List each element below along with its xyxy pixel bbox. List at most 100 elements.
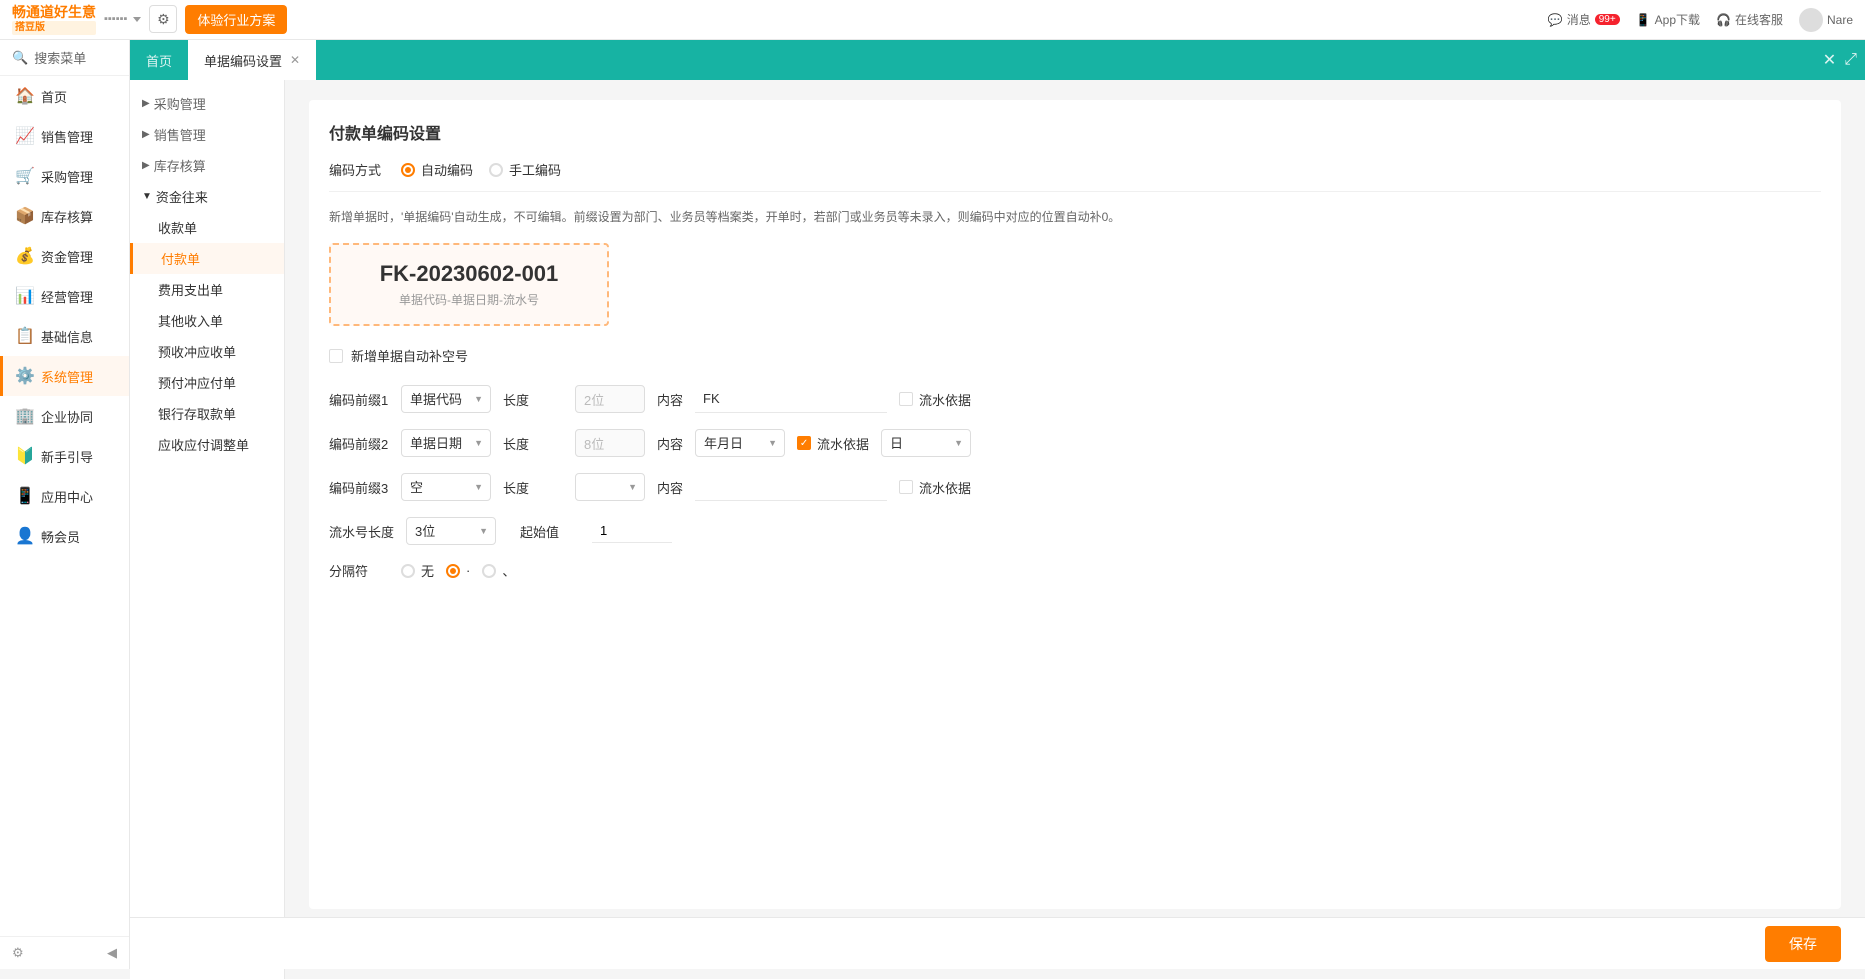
- sidebar-item-newguide[interactable]: 🔰 新手引导: [0, 436, 129, 476]
- member-icon: 👤: [15, 526, 33, 546]
- submenu-payment[interactable]: 付款单: [130, 243, 284, 274]
- prefix1-length-input: [575, 385, 645, 413]
- inventory-icon: 📦: [15, 206, 33, 226]
- sidebar-item-finance[interactable]: 💰 资金管理: [0, 236, 129, 276]
- submenu-receivable-adjust[interactable]: 应收应付调整单: [130, 429, 284, 460]
- collapse-icon[interactable]: ◀: [107, 945, 117, 961]
- chevron-down-icon: [133, 17, 141, 22]
- prefix1-select[interactable]: 单据代码: [401, 385, 491, 413]
- tab-home[interactable]: 首页: [130, 40, 188, 80]
- top-bar: 畅通道好生意 搭豆版 ▪▪▪▪▪▪ ⚙ 体验行业方案 💬 消息 99+ 📱 Ap…: [0, 0, 1865, 40]
- prefix2-select[interactable]: 单据日期: [401, 429, 491, 457]
- user-profile[interactable]: Nare: [1799, 8, 1853, 32]
- sep-dash[interactable]: 、: [482, 561, 515, 580]
- serial-start-input[interactable]: [592, 519, 672, 543]
- tab-bar: 首页 单据编码设置 ✕ ✕ ⤢: [130, 40, 1865, 80]
- radio-auto-icon: [401, 163, 415, 177]
- prefix2-dropdown[interactable]: 单据日期: [401, 429, 491, 457]
- prefix3-select[interactable]: 空: [401, 473, 491, 501]
- home-icon: 🏠: [15, 86, 33, 106]
- operation-icon: 📊: [15, 286, 33, 306]
- auto-fill-row: 新增单据自动补空号: [329, 346, 1821, 365]
- purchase-icon: 🛒: [15, 166, 33, 186]
- sidebar-item-inventory[interactable]: 📦 库存核算: [0, 196, 129, 236]
- serial-length-select[interactable]: 3位: [406, 517, 496, 545]
- logo: 畅通道好生意 搭豆版: [12, 4, 96, 35]
- main-panel: 付款单编码设置 编码方式 自动编码 手工编码 新增单据时，'单据编码'自动生成，…: [285, 80, 1865, 979]
- submenu-other-income[interactable]: 其他收入单: [130, 305, 284, 336]
- tab-expand-button[interactable]: ⤢: [1844, 51, 1857, 69]
- submenu-sales[interactable]: ▶ 销售管理: [130, 119, 284, 150]
- sidebar-item-purchase[interactable]: 🛒 采购管理: [0, 156, 129, 196]
- newguide-icon: 🔰: [15, 446, 33, 466]
- prefix1-flow-checkbox[interactable]: 流水依据: [899, 390, 971, 409]
- sidebar-item-member[interactable]: 👤 畅会员: [0, 516, 129, 556]
- sidebar-item-home[interactable]: 🏠 首页: [0, 76, 129, 116]
- serial-length-dropdown[interactable]: 3位: [406, 517, 496, 545]
- prefix2-length-input: [575, 429, 645, 457]
- radio-manual-code[interactable]: 手工编码: [489, 160, 561, 179]
- content-panel: 付款单编码设置 编码方式 自动编码 手工编码 新增单据时，'单据编码'自动生成，…: [309, 100, 1841, 909]
- preview-desc: 单据代码-单据日期-流水号: [355, 291, 583, 308]
- prefix2-flow-checkbox[interactable]: ✓ 流水依据: [797, 434, 869, 453]
- trial-button[interactable]: 体验行业方案: [185, 5, 287, 34]
- save-button[interactable]: 保存: [1765, 926, 1841, 962]
- sidebar-search[interactable]: 🔍 搜索菜单: [0, 40, 129, 76]
- submenu-prepay-receive[interactable]: 预收冲应收单: [130, 336, 284, 367]
- sidebar-item-system[interactable]: ⚙️ 系统管理: [0, 356, 129, 396]
- radio-manual-icon: [489, 163, 503, 177]
- tab-encoding[interactable]: 单据编码设置 ✕: [188, 40, 316, 80]
- sidebar-item-basic[interactable]: 📋 基础信息: [0, 316, 129, 356]
- submenu-purchase[interactable]: ▶ 采购管理: [130, 88, 284, 119]
- finance-icon: 💰: [15, 246, 33, 266]
- settings-bottom-icon[interactable]: ⚙: [12, 945, 24, 961]
- prefix3-dropdown[interactable]: 空: [401, 473, 491, 501]
- encoding-method-row: 编码方式 自动编码 手工编码: [329, 160, 1821, 192]
- prefix2-flow-checkbox-icon: ✓: [797, 436, 811, 450]
- tab-close-icon[interactable]: ✕: [290, 53, 300, 67]
- prefix3-length-select[interactable]: [575, 473, 645, 501]
- prefix2-content-select[interactable]: 年月日: [695, 429, 785, 457]
- company-select[interactable]: ▪▪▪▪▪▪: [104, 13, 141, 25]
- prefix1-row: 编码前缀1 单据代码 长度 内容 流水依据: [329, 385, 1821, 413]
- appcenter-icon: 📱: [15, 486, 33, 506]
- prefix1-dropdown[interactable]: 单据代码: [401, 385, 491, 413]
- radio-auto-code[interactable]: 自动编码: [401, 160, 473, 179]
- submenu-capital[interactable]: ▼ 资金往来: [130, 181, 284, 212]
- prefix2-flow-unit-select[interactable]: 日: [881, 429, 971, 457]
- sidebar-item-appcenter[interactable]: 📱 应用中心: [0, 476, 129, 516]
- chevron-right-icon: ▶: [142, 98, 150, 109]
- app-download-button[interactable]: 📱 App下载: [1636, 11, 1700, 28]
- prefix3-row: 编码前缀3 空 长度 内容 流水依据: [329, 473, 1821, 501]
- submenu-inventory[interactable]: ▶ 库存核算: [130, 150, 284, 181]
- sep-dot-radio-icon: [446, 564, 460, 578]
- sidebar-item-enterprise[interactable]: 🏢 企业协同: [0, 396, 129, 436]
- sidebar-item-sales[interactable]: 📈 销售管理: [0, 116, 129, 156]
- sep-none[interactable]: 无: [401, 561, 434, 580]
- message-badge: 99+: [1595, 14, 1620, 25]
- prefix2-content-dropdown[interactable]: 年月日: [695, 429, 785, 457]
- prefix3-flow-checkbox[interactable]: 流水依据: [899, 478, 971, 497]
- prefix3-content-input[interactable]: [695, 473, 887, 501]
- sidebar-item-operation[interactable]: 📊 经营管理: [0, 276, 129, 316]
- prefix3-length-dropdown[interactable]: [575, 473, 645, 501]
- sales-icon: 📈: [15, 126, 33, 146]
- app-icon: 📱: [1636, 13, 1651, 27]
- serial-row: 流水号长度 3位 起始值: [329, 517, 1821, 545]
- settings-icon[interactable]: ⚙: [149, 5, 177, 33]
- tab-close-all-button[interactable]: ✕: [1823, 50, 1836, 70]
- prefix2-flow-unit-dropdown[interactable]: 日: [881, 429, 971, 457]
- submenu-receipt[interactable]: 收款单: [130, 212, 284, 243]
- prefix2-row: 编码前缀2 单据日期 长度 内容 年月日 ✓ 流水依据: [329, 429, 1821, 457]
- prefix1-content-input[interactable]: [695, 385, 887, 413]
- separator-row: 分隔符 无 · 、: [329, 561, 1821, 580]
- auto-fill-checkbox[interactable]: [329, 349, 343, 363]
- submenu-expense[interactable]: 费用支出单: [130, 274, 284, 305]
- save-bar: 保存: [130, 917, 1865, 969]
- submenu-prepay-pay[interactable]: 预付冲应付单: [130, 367, 284, 398]
- sep-dot[interactable]: ·: [446, 563, 470, 578]
- service-button[interactable]: 🎧 在线客服: [1716, 11, 1783, 28]
- submenu-bank-deposit[interactable]: 银行存取款单: [130, 398, 284, 429]
- message-button[interactable]: 💬 消息 99+: [1548, 11, 1620, 28]
- top-bar-right: 💬 消息 99+ 📱 App下载 🎧 在线客服 Nare: [1548, 8, 1853, 32]
